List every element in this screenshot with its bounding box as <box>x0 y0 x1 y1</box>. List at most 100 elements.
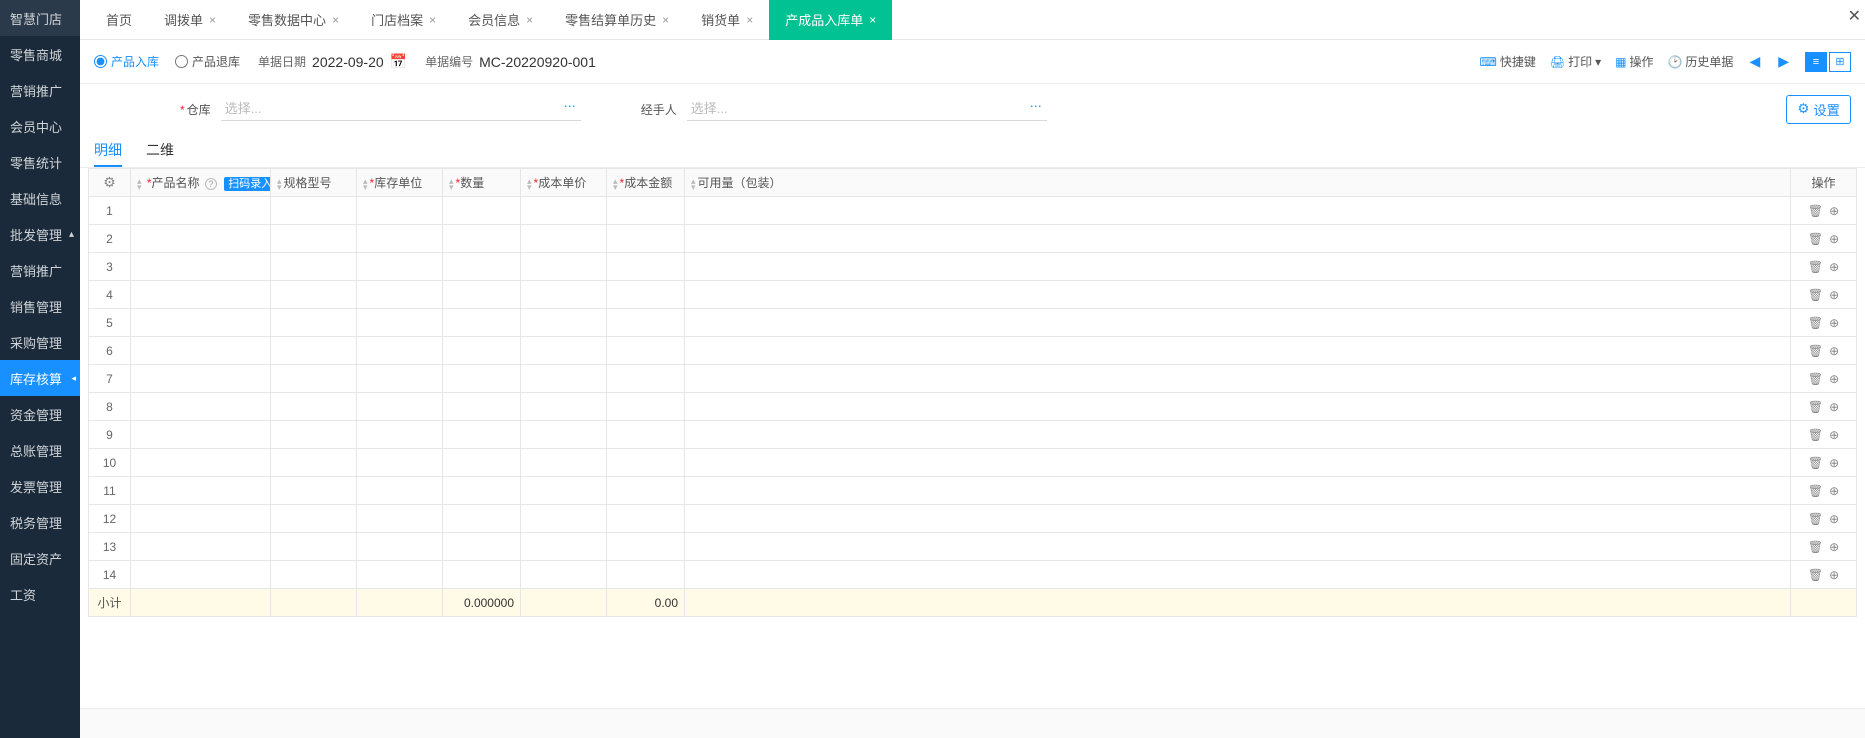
table-row[interactable]: 6🗑⊕ <box>89 337 1857 365</box>
cell[interactable] <box>685 309 1791 337</box>
cell[interactable] <box>607 365 685 393</box>
cell[interactable] <box>685 449 1791 477</box>
cell[interactable] <box>685 421 1791 449</box>
sidebar-item-5[interactable]: 基础信息 <box>0 180 80 216</box>
delete-row-icon[interactable]: 🗑 <box>1808 484 1823 498</box>
cell[interactable] <box>357 505 443 533</box>
col-product[interactable]: ▴▾ *产品名称 ? 扫码录入 <box>131 169 271 197</box>
cell[interactable] <box>357 421 443 449</box>
delete-row-icon[interactable]: 🗑 <box>1808 400 1823 414</box>
delete-row-icon[interactable]: 🗑 <box>1808 344 1823 358</box>
cell[interactable] <box>357 253 443 281</box>
cell[interactable] <box>607 225 685 253</box>
close-icon[interactable]: × <box>332 13 339 27</box>
close-icon[interactable]: × <box>746 13 753 27</box>
cell[interactable] <box>443 253 521 281</box>
cell[interactable] <box>131 561 271 589</box>
cell[interactable] <box>271 393 357 421</box>
cell[interactable] <box>607 393 685 421</box>
radio-product-in[interactable]: 产品入库 <box>94 53 159 70</box>
cell[interactable] <box>443 225 521 253</box>
cell[interactable] <box>685 337 1791 365</box>
table-row[interactable]: 1🗑⊕ <box>89 197 1857 225</box>
cell[interactable] <box>607 421 685 449</box>
cell[interactable] <box>607 253 685 281</box>
cell[interactable] <box>443 197 521 225</box>
cell[interactable] <box>357 197 443 225</box>
tab-twod[interactable]: 二维 <box>146 134 174 167</box>
sidebar-item-15[interactable]: 固定资产 <box>0 540 80 576</box>
close-icon[interactable]: × <box>662 13 669 27</box>
delete-row-icon[interactable]: 🗑 <box>1808 316 1823 330</box>
sidebar-item-9[interactable]: 采购管理 <box>0 324 80 360</box>
add-row-icon[interactable]: ⊕ <box>1829 288 1839 302</box>
sidebar-item-12[interactable]: 总账管理 <box>0 432 80 468</box>
cell[interactable] <box>271 337 357 365</box>
add-row-icon[interactable]: ⊕ <box>1829 456 1839 470</box>
card-view-button[interactable]: ⊞ <box>1829 52 1851 72</box>
prev-doc-icon[interactable]: ◀ <box>1747 53 1762 70</box>
cell[interactable] <box>443 281 521 309</box>
cell[interactable] <box>131 281 271 309</box>
settings-button[interactable]: ⚙ 设置 <box>1786 95 1851 124</box>
cell[interactable] <box>607 281 685 309</box>
delete-row-icon[interactable]: 🗑 <box>1808 372 1823 386</box>
cell[interactable] <box>131 393 271 421</box>
cell[interactable] <box>357 365 443 393</box>
sidebar-item-7[interactable]: 营销推广 <box>0 252 80 288</box>
add-row-icon[interactable]: ⊕ <box>1829 512 1839 526</box>
cell[interactable] <box>131 337 271 365</box>
close-icon[interactable]: × <box>209 13 216 27</box>
delete-row-icon[interactable]: 🗑 <box>1808 428 1823 442</box>
table-row[interactable]: 12🗑⊕ <box>89 505 1857 533</box>
add-row-icon[interactable]: ⊕ <box>1829 232 1839 246</box>
cell[interactable] <box>443 309 521 337</box>
close-icon[interactable]: × <box>869 13 876 27</box>
cell[interactable] <box>131 309 271 337</box>
sidebar-item-16[interactable]: 工资 <box>0 576 80 612</box>
col-qty[interactable]: ▴▾*数量 <box>443 169 521 197</box>
cell[interactable] <box>521 449 607 477</box>
delete-row-icon[interactable]: 🗑 <box>1808 456 1823 470</box>
cell[interactable] <box>685 393 1791 421</box>
cell[interactable] <box>357 561 443 589</box>
delete-row-icon[interactable]: 🗑 <box>1808 204 1823 218</box>
table-row[interactable]: 13🗑⊕ <box>89 533 1857 561</box>
col-spec[interactable]: ▴▾规格型号 <box>271 169 357 197</box>
cell[interactable] <box>685 281 1791 309</box>
cell[interactable] <box>271 365 357 393</box>
close-all-tabs-icon[interactable]: ✕ <box>1848 6 1861 26</box>
cell[interactable] <box>131 225 271 253</box>
close-icon[interactable]: × <box>429 13 436 27</box>
table-row[interactable]: 5🗑⊕ <box>89 309 1857 337</box>
cell[interactable] <box>685 477 1791 505</box>
cell[interactable] <box>271 281 357 309</box>
add-row-icon[interactable]: ⊕ <box>1829 204 1839 218</box>
cell[interactable] <box>521 337 607 365</box>
table-row[interactable]: 11🗑⊕ <box>89 477 1857 505</box>
tab-0[interactable]: 首页 <box>90 0 148 40</box>
cell[interactable] <box>357 309 443 337</box>
add-row-icon[interactable]: ⊕ <box>1829 316 1839 330</box>
list-view-button[interactable]: ≡ <box>1805 52 1827 72</box>
cell[interactable] <box>131 253 271 281</box>
table-row[interactable]: 10🗑⊕ <box>89 449 1857 477</box>
cell[interactable] <box>607 505 685 533</box>
cell[interactable] <box>685 505 1791 533</box>
warehouse-more-icon[interactable]: ⋯ <box>564 99 577 113</box>
sidebar-item-13[interactable]: 发票管理 <box>0 468 80 504</box>
cell[interactable] <box>131 365 271 393</box>
col-unit[interactable]: ▴▾*库存单位 <box>357 169 443 197</box>
radio-product-out[interactable]: 产品退库 <box>175 53 240 70</box>
cell[interactable] <box>521 477 607 505</box>
cell[interactable] <box>357 477 443 505</box>
cell[interactable] <box>607 477 685 505</box>
table-row[interactable]: 3🗑⊕ <box>89 253 1857 281</box>
cell[interactable] <box>271 197 357 225</box>
cell[interactable] <box>271 477 357 505</box>
operate-button[interactable]: ▦操作 <box>1615 53 1653 70</box>
cell[interactable] <box>443 533 521 561</box>
cell[interactable] <box>357 449 443 477</box>
add-row-icon[interactable]: ⊕ <box>1829 484 1839 498</box>
cell[interactable] <box>521 505 607 533</box>
